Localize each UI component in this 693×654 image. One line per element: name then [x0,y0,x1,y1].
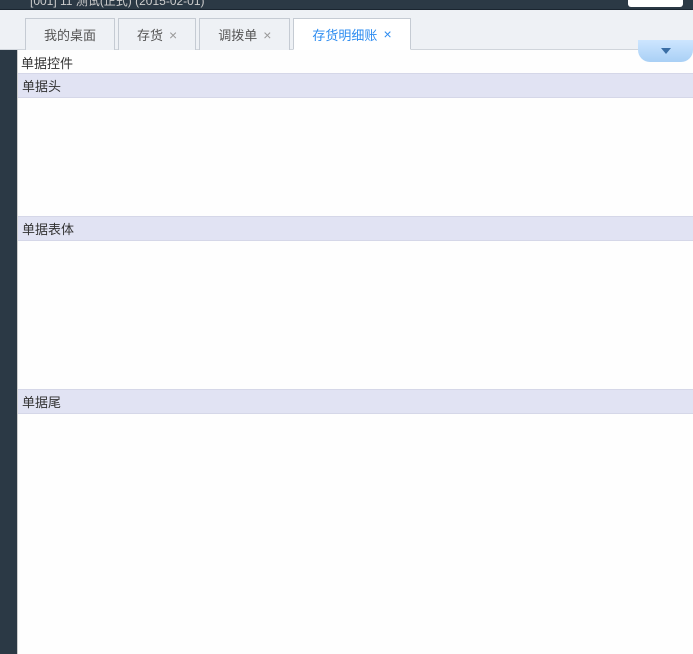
control-label: 单据控件 [18,50,693,73]
layout: 单据控件 单据头 单据表体 单据尾 [0,50,693,654]
close-icon[interactable]: × [169,28,177,42]
section-head-body [18,98,693,216]
tab-label: 我的桌面 [44,25,96,44]
tabs-dropdown[interactable] [638,40,693,62]
search-input[interactable] [628,0,683,7]
sidebar [0,50,17,654]
section-table-body [18,241,693,389]
section-tail-header: 单据尾 [18,389,693,414]
chevron-down-icon [661,48,671,54]
tab-label: 存货明细账 [312,25,377,44]
content: 单据控件 单据头 单据表体 单据尾 [17,50,693,654]
tab-inventory[interactable]: 存货 × [118,18,196,50]
section-head-header: 单据头 [18,73,693,98]
close-icon[interactable]: × [263,28,271,42]
tabs-row: 我的桌面 存货 × 调拨单 × 存货明细账 × [0,10,693,50]
section-table-header: 单据表体 [18,216,693,241]
top-bar: [001] 11 测试(正式) (2015-02-01) [0,0,693,10]
top-bar-text: [001] 11 测试(正式) (2015-02-01) [0,0,205,9]
close-icon[interactable]: × [383,27,391,41]
tab-label: 存货 [137,25,163,44]
tab-inventory-detail[interactable]: 存货明细账 × [293,18,410,50]
tab-transfer[interactable]: 调拨单 × [199,18,290,50]
tab-label: 调拨单 [218,25,257,44]
tab-desktop[interactable]: 我的桌面 [25,18,115,50]
section-tail-body [18,414,693,654]
